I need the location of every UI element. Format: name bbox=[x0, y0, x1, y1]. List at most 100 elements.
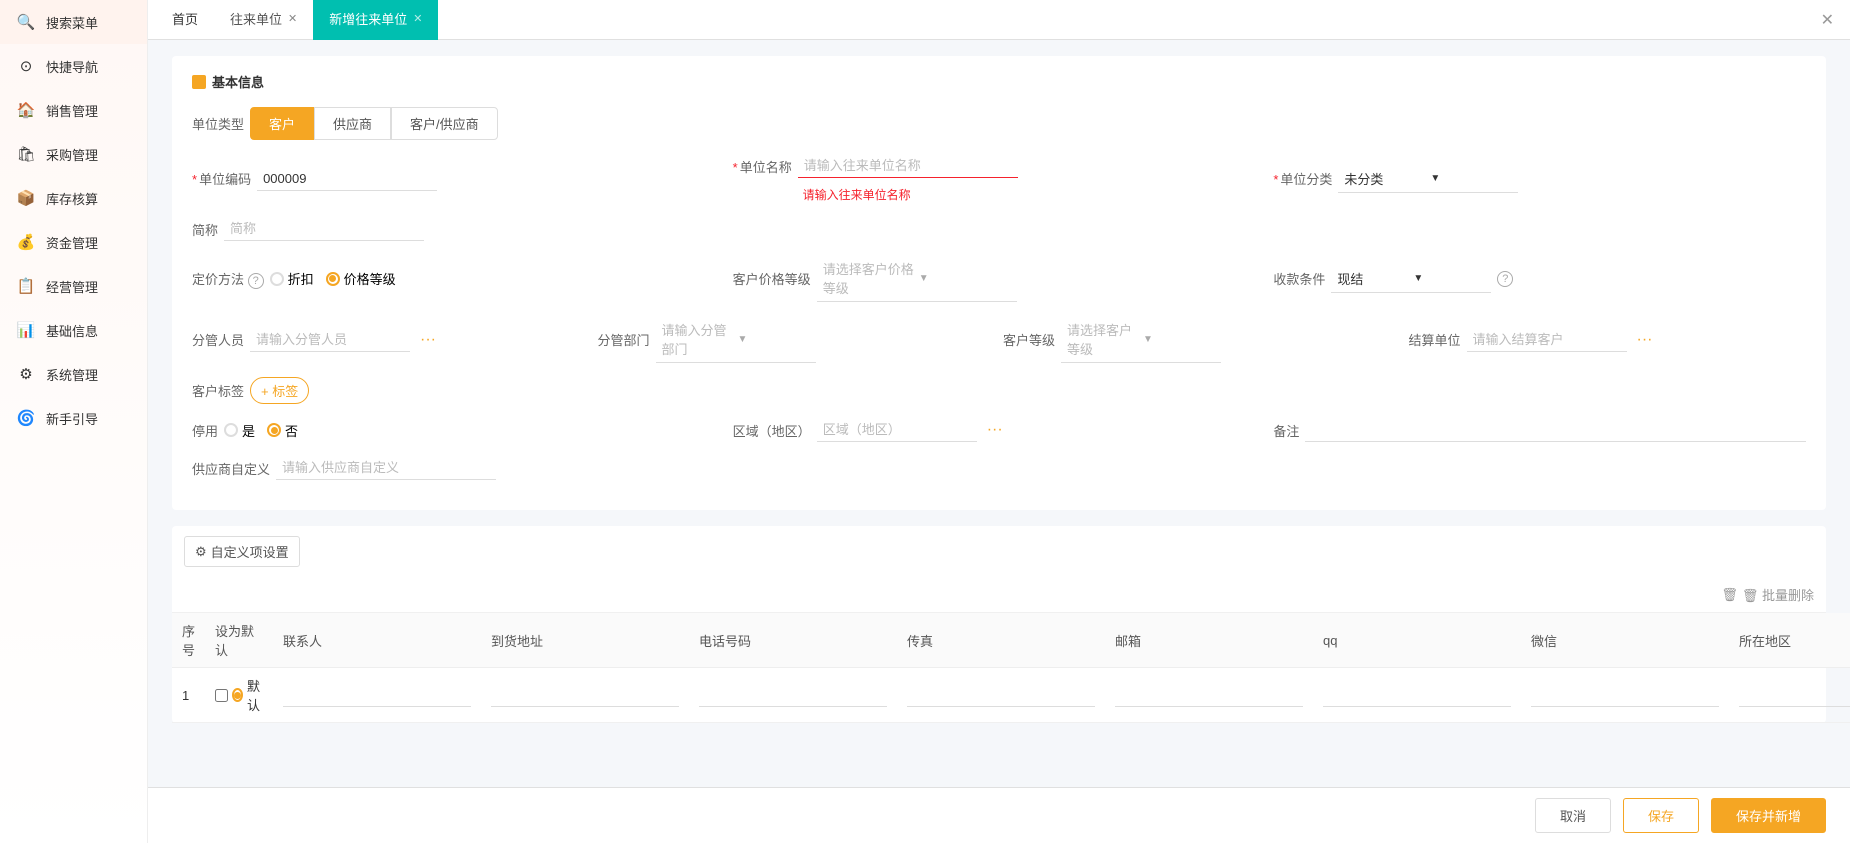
unit-code-input[interactable] bbox=[257, 167, 437, 191]
tab-partner-list-close[interactable]: ✕ bbox=[288, 12, 297, 25]
settlement-input[interactable] bbox=[1467, 328, 1627, 352]
unit-category-select[interactable]: 未分类 ▼ bbox=[1338, 165, 1518, 193]
sidebar-item-basic-info[interactable]: 📊 基础信息 bbox=[0, 308, 147, 352]
row-checkbox[interactable] bbox=[215, 689, 228, 702]
pricing-radio-group: 折扣 价格等级 bbox=[270, 269, 396, 288]
short-name-label: 简称 bbox=[192, 220, 218, 239]
pricing-method-label: 定价方法 ? bbox=[192, 269, 264, 289]
department-group: 分管部门 请输入分管部门 ▼ bbox=[598, 316, 996, 363]
unit-type-customer-btn[interactable]: 客户 bbox=[250, 107, 314, 140]
col-seq: 序号 bbox=[172, 613, 205, 668]
manager-input[interactable] bbox=[250, 328, 410, 352]
pricing-radio-discount[interactable]: 折扣 bbox=[270, 269, 314, 288]
phone-input[interactable] bbox=[699, 683, 887, 707]
cell-contact[interactable] bbox=[273, 668, 481, 723]
unit-type-btn-group: 客户 供应商 客户/供应商 bbox=[250, 107, 498, 140]
unit-type-label: 单位类型 bbox=[192, 114, 244, 133]
sidebar-item-inventory[interactable]: 📦 库存核算 bbox=[0, 176, 147, 220]
wechat-input[interactable] bbox=[1531, 683, 1719, 707]
table-region-input[interactable] bbox=[1739, 683, 1850, 707]
sidebar-label-guide: 新手引导 bbox=[46, 409, 98, 428]
pricing-radio-level[interactable]: 价格等级 bbox=[326, 269, 396, 288]
sidebar-item-guide[interactable]: 🌀 新手引导 bbox=[0, 396, 147, 440]
payment-terms-select[interactable]: 现结 ▼ bbox=[1331, 265, 1491, 293]
customer-price-group: 客户价格等级 请选择客户价格等级 ▼ bbox=[733, 255, 1266, 302]
tag-add-button[interactable]: + 标签 bbox=[250, 377, 309, 404]
cell-region[interactable] bbox=[1729, 668, 1850, 723]
contact-input[interactable] bbox=[283, 683, 471, 707]
sidebar-item-operations[interactable]: 📋 经营管理 bbox=[0, 264, 147, 308]
short-name-input[interactable] bbox=[224, 217, 424, 241]
manager-group: 分管人员 ··· bbox=[192, 328, 590, 352]
disabled-group: 停用 是 否 bbox=[192, 421, 725, 440]
settlement-group: 结算单位 ··· bbox=[1409, 328, 1807, 352]
default-radio[interactable]: 默认 bbox=[232, 676, 263, 714]
sidebar-item-system[interactable]: ⚙ 系统管理 bbox=[0, 352, 147, 396]
sidebar-item-finance[interactable]: 💰 资金管理 bbox=[0, 220, 147, 264]
unit-type-supplier-btn[interactable]: 供应商 bbox=[314, 107, 391, 140]
table-row: 1 默认 bbox=[172, 668, 1850, 723]
cancel-button[interactable]: 取消 bbox=[1535, 798, 1611, 833]
sidebar-item-sales[interactable]: 🏠 销售管理 bbox=[0, 88, 147, 132]
cell-address[interactable] bbox=[481, 668, 689, 723]
manager-row: 分管人员 ··· 分管部门 请输入分管部门 ▼ 客户等级 请选择客户等级 ▼ bbox=[192, 316, 1806, 363]
unit-name-input[interactable] bbox=[798, 154, 1018, 178]
sidebar-label-sales: 销售管理 bbox=[46, 101, 98, 120]
remarks-input[interactable] bbox=[1305, 418, 1806, 442]
pricing-help-icon[interactable]: ? bbox=[248, 273, 264, 289]
cell-email[interactable] bbox=[1105, 668, 1313, 723]
tab-partner-list-label: 往来单位 bbox=[230, 9, 282, 28]
col-contact: 联系人 bbox=[273, 613, 481, 668]
fax-input[interactable] bbox=[907, 683, 1095, 707]
sidebar-item-quick-nav[interactable]: ⊙ 快捷导航 bbox=[0, 44, 147, 88]
manager-more-btn[interactable]: ··· bbox=[416, 331, 440, 349]
unit-category-group: *单位分类 未分类 ▼ bbox=[1273, 165, 1806, 193]
tab-partner-list[interactable]: 往来单位 ✕ bbox=[214, 0, 313, 40]
disabled-yes-radio[interactable]: 是 bbox=[224, 421, 255, 440]
region-more-btn[interactable]: ··· bbox=[983, 421, 1007, 439]
customer-price-select[interactable]: 请选择客户价格等级 ▼ bbox=[817, 255, 1017, 302]
region-label: 区域（地区） bbox=[733, 421, 811, 440]
customer-level-arrow: ▼ bbox=[1143, 334, 1215, 345]
level-radio-circle bbox=[326, 272, 340, 286]
custom-setting-label: 自定义项设置 bbox=[211, 542, 289, 561]
cell-wechat[interactable] bbox=[1521, 668, 1729, 723]
col-email: 邮箱 bbox=[1105, 613, 1313, 668]
batch-delete-label: 🗑 批量删除 bbox=[1742, 585, 1814, 604]
tab-new-partner-close[interactable]: ✕ bbox=[413, 12, 422, 25]
section-title-text: 基本信息 bbox=[212, 72, 264, 91]
department-select[interactable]: 请输入分管部门 ▼ bbox=[656, 316, 816, 363]
unit-type-both-btn[interactable]: 客户/供应商 bbox=[391, 107, 498, 140]
cell-qq[interactable] bbox=[1313, 668, 1521, 723]
custom-setting-button[interactable]: ⚙ 自定义项设置 bbox=[184, 536, 300, 567]
email-input[interactable] bbox=[1115, 683, 1303, 707]
sidebar-label-quick-nav: 快捷导航 bbox=[46, 57, 98, 76]
batch-delete-button[interactable]: 🗑 🗑 批量删除 bbox=[1721, 585, 1814, 604]
customer-level-placeholder: 请选择客户等级 bbox=[1067, 320, 1139, 358]
address-input[interactable] bbox=[491, 683, 679, 707]
unit-code-group: *单位编码 bbox=[192, 167, 725, 191]
payment-terms-group: 收款条件 现结 ▼ ? bbox=[1273, 265, 1806, 293]
remarks-group: 备注 bbox=[1273, 418, 1806, 442]
disabled-no-radio[interactable]: 否 bbox=[267, 421, 298, 440]
supplier-custom-input[interactable] bbox=[276, 456, 496, 480]
finance-icon: 💰 bbox=[16, 232, 36, 252]
save-new-button[interactable]: 保存并新增 bbox=[1711, 798, 1826, 833]
settlement-more-btn[interactable]: ··· bbox=[1633, 331, 1657, 349]
qq-input[interactable] bbox=[1323, 683, 1511, 707]
payment-terms-value: 现结 bbox=[1337, 269, 1409, 288]
cell-phone[interactable] bbox=[689, 668, 897, 723]
payment-help-icon[interactable]: ? bbox=[1497, 271, 1513, 287]
sidebar-item-search[interactable]: 🔍 搜索菜单 bbox=[0, 0, 147, 44]
customer-level-select[interactable]: 请选择客户等级 ▼ bbox=[1061, 316, 1221, 363]
save-button[interactable]: 保存 bbox=[1623, 798, 1699, 833]
region-input[interactable] bbox=[817, 418, 977, 442]
tab-new-partner[interactable]: 新增往来单位 ✕ bbox=[313, 0, 438, 40]
level-label: 价格等级 bbox=[344, 269, 396, 288]
sidebar: 🔍 搜索菜单 ⊙ 快捷导航 🏠 销售管理 🛍 采购管理 📦 库存核算 💰 资金管… bbox=[0, 0, 148, 843]
cell-fax[interactable] bbox=[897, 668, 1105, 723]
sidebar-item-purchase[interactable]: 🛍 采购管理 bbox=[0, 132, 147, 176]
pricing-row: 定价方法 ? 折扣 价格等级 客户 bbox=[192, 255, 1806, 302]
tab-home[interactable]: 首页 bbox=[156, 0, 214, 40]
close-all-button[interactable]: ✕ bbox=[1813, 10, 1842, 30]
